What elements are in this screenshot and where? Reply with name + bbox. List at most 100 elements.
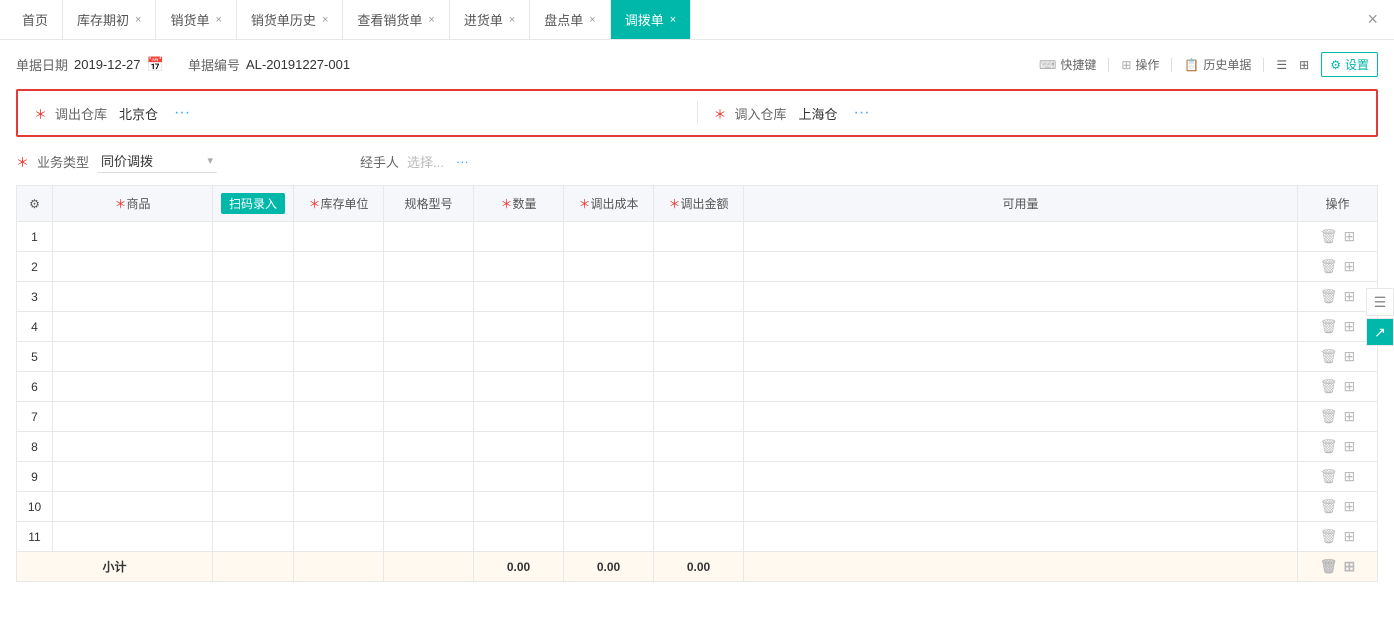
delete-row-10-icon[interactable]: 🗑 <box>1320 498 1338 515</box>
history-button[interactable]: 📋 历史单据 <box>1184 56 1251 73</box>
biz-type-select[interactable]: 同价调拨 ▾ <box>97 149 217 173</box>
tab-initial-inventory[interactable]: 库存期初 × <box>63 0 156 39</box>
product-cell-9[interactable] <box>53 462 213 492</box>
amount-cell-8[interactable] <box>654 432 744 462</box>
copy-row-6-icon[interactable]: ⊞ <box>1344 378 1356 395</box>
delete-row-6-icon[interactable]: 🗑 <box>1320 378 1338 395</box>
tab-transfer-order[interactable]: 调拨单 × <box>611 0 691 39</box>
unit-cell-10[interactable] <box>294 492 384 522</box>
quantity-cell-8[interactable] <box>474 432 564 462</box>
cost-cell-10[interactable] <box>564 492 654 522</box>
copy-row-7-icon[interactable]: ⊞ <box>1344 408 1356 425</box>
cost-cell-7[interactable] <box>564 402 654 432</box>
product-cell-8[interactable] <box>53 432 213 462</box>
delete-row-3-icon[interactable]: 🗑 <box>1320 288 1338 305</box>
copy-row-4-icon[interactable]: ⊞ <box>1344 318 1356 335</box>
spec-cell-3[interactable] <box>384 282 474 312</box>
unit-cell-4[interactable] <box>294 312 384 342</box>
cost-cell-3[interactable] <box>564 282 654 312</box>
product-cell-4[interactable] <box>53 312 213 342</box>
cost-cell-2[interactable] <box>564 252 654 282</box>
quantity-cell-1[interactable] <box>474 222 564 252</box>
quantity-cell-9[interactable] <box>474 462 564 492</box>
unit-cell-2[interactable] <box>294 252 384 282</box>
spec-cell-10[interactable] <box>384 492 474 522</box>
amount-cell-3[interactable] <box>654 282 744 312</box>
unit-cell-3[interactable] <box>294 282 384 312</box>
unit-cell-8[interactable] <box>294 432 384 462</box>
quantity-cell-5[interactable] <box>474 342 564 372</box>
cost-cell-11[interactable] <box>564 522 654 552</box>
delete-row-1-icon[interactable]: 🗑 <box>1320 228 1338 245</box>
quantity-cell-3[interactable] <box>474 282 564 312</box>
spec-cell-7[interactable] <box>384 402 474 432</box>
spec-cell-6[interactable] <box>384 372 474 402</box>
tab-view-sales-close[interactable]: × <box>428 14 434 26</box>
window-close-button[interactable]: × <box>1359 9 1386 30</box>
sidebar-expand-icon[interactable]: ↗ <box>1366 318 1394 346</box>
product-cell-2[interactable] <box>53 252 213 282</box>
tab-sales-history-close[interactable]: × <box>322 14 328 26</box>
copy-row-1-icon[interactable]: ⊞ <box>1344 228 1356 245</box>
handler-placeholder[interactable]: 选择... <box>407 152 444 171</box>
tab-view-sales[interactable]: 查看销货单 × <box>343 0 449 39</box>
amount-cell-7[interactable] <box>654 402 744 432</box>
unit-cell-6[interactable] <box>294 372 384 402</box>
tab-transfer-order-close[interactable]: × <box>670 14 676 26</box>
cost-cell-9[interactable] <box>564 462 654 492</box>
list-view-button[interactable]: ☰ <box>1276 58 1287 72</box>
quantity-cell-6[interactable] <box>474 372 564 402</box>
tab-purchase-order-close[interactable]: × <box>509 14 515 26</box>
spec-cell-5[interactable] <box>384 342 474 372</box>
copy-row-5-icon[interactable]: ⊞ <box>1344 348 1356 365</box>
col-setting-header[interactable]: ⚙ <box>17 186 53 222</box>
product-cell-3[interactable] <box>53 282 213 312</box>
sidebar-list-icon[interactable]: ☰ <box>1366 288 1394 316</box>
copy-row-2-icon[interactable]: ⊞ <box>1344 258 1356 275</box>
tab-sales-history[interactable]: 销货单历史 × <box>237 0 343 39</box>
delete-row-11-icon[interactable]: 🗑 <box>1320 528 1338 545</box>
unit-cell-11[interactable] <box>294 522 384 552</box>
tab-home[interactable]: 首页 <box>8 0 63 39</box>
amount-cell-9[interactable] <box>654 462 744 492</box>
in-warehouse-more-button[interactable]: ··· <box>854 104 870 122</box>
handler-more-button[interactable]: ··· <box>456 154 469 169</box>
tab-sales-order-close[interactable]: × <box>215 14 221 26</box>
delete-row-8-icon[interactable]: 🗑 <box>1320 438 1338 455</box>
copy-row-8-icon[interactable]: ⊞ <box>1344 438 1356 455</box>
cost-cell-6[interactable] <box>564 372 654 402</box>
quantity-cell-11[interactable] <box>474 522 564 552</box>
copy-row-11-icon[interactable]: ⊞ <box>1344 528 1356 545</box>
spec-cell-9[interactable] <box>384 462 474 492</box>
product-cell-1[interactable] <box>53 222 213 252</box>
unit-cell-7[interactable] <box>294 402 384 432</box>
subtotal-copy-icon[interactable]: ⊞ <box>1344 558 1356 575</box>
amount-cell-2[interactable] <box>654 252 744 282</box>
product-cell-5[interactable] <box>53 342 213 372</box>
tab-initial-inventory-close[interactable]: × <box>135 14 141 26</box>
amount-cell-11[interactable] <box>654 522 744 552</box>
cost-cell-5[interactable] <box>564 342 654 372</box>
subtotal-delete-icon[interactable]: 🗑 <box>1320 558 1338 575</box>
delete-row-9-icon[interactable]: 🗑 <box>1320 468 1338 485</box>
quantity-cell-7[interactable] <box>474 402 564 432</box>
tab-purchase-order[interactable]: 进货单 × <box>450 0 530 39</box>
delete-row-7-icon[interactable]: 🗑 <box>1320 408 1338 425</box>
amount-cell-1[interactable] <box>654 222 744 252</box>
product-cell-6[interactable] <box>53 372 213 402</box>
unit-cell-9[interactable] <box>294 462 384 492</box>
calendar-icon[interactable]: 📅 <box>147 56 164 73</box>
quantity-cell-10[interactable] <box>474 492 564 522</box>
product-cell-11[interactable] <box>53 522 213 552</box>
spec-cell-2[interactable] <box>384 252 474 282</box>
shortcut-button[interactable]: ⌨ 快捷键 <box>1039 56 1096 73</box>
tab-inventory-check-close[interactable]: × <box>589 14 595 26</box>
spec-cell-4[interactable] <box>384 312 474 342</box>
settings-button[interactable]: ⚙ 设置 <box>1321 52 1378 77</box>
product-cell-10[interactable] <box>53 492 213 522</box>
scan-button[interactable]: 扫码录入 <box>221 193 285 214</box>
grid-view-button[interactable]: ⊞ <box>1299 58 1309 72</box>
delete-row-4-icon[interactable]: 🗑 <box>1320 318 1338 335</box>
cost-cell-4[interactable] <box>564 312 654 342</box>
amount-cell-6[interactable] <box>654 372 744 402</box>
